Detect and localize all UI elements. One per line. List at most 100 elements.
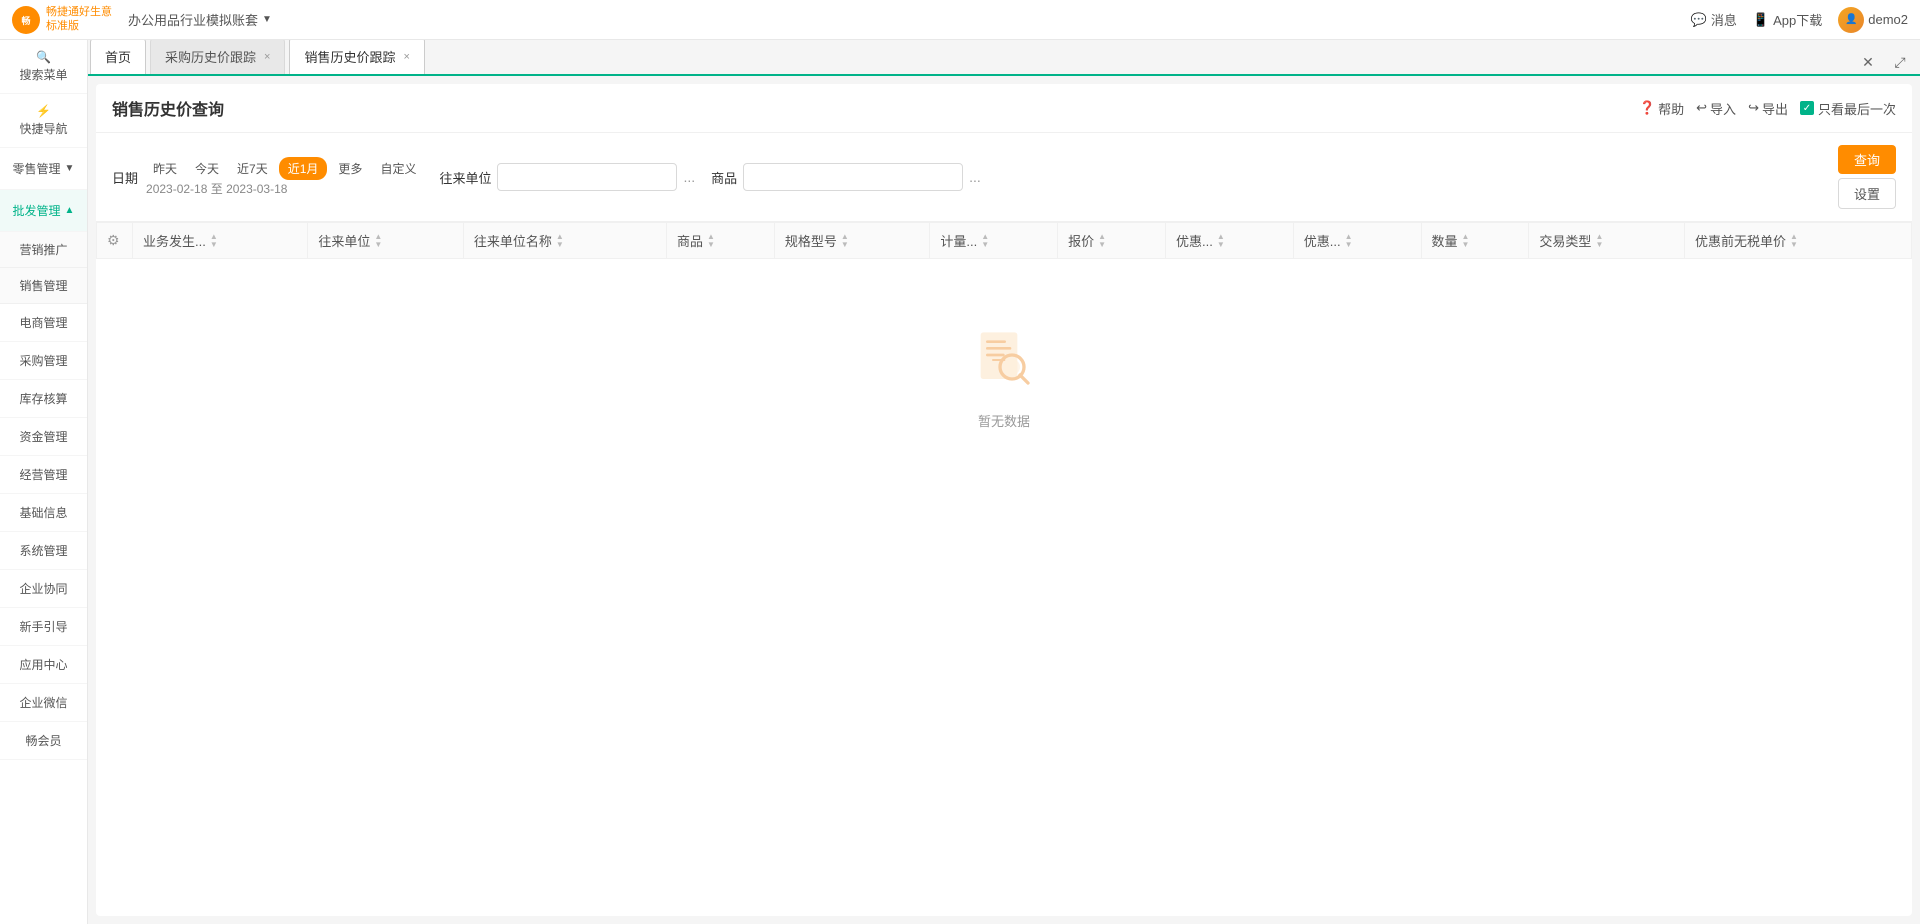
col-discount2[interactable]: 优惠... ▲▼	[1293, 223, 1421, 259]
sort-arrows-11: ▲▼	[1595, 233, 1603, 249]
table-container[interactable]: ⚙ 业务发生... ▲▼ 往来单位	[96, 222, 1912, 916]
col-unit[interactable]: 计量... ▲▼	[930, 223, 1058, 259]
col-quote[interactable]: 报价 ▲▼	[1058, 223, 1166, 259]
date-btn-last7days[interactable]: 近7天	[230, 157, 275, 180]
phone-icon: 📱	[1753, 12, 1769, 28]
top-header: 畅 畅捷通好生意 标准版 办公用品行业模拟账套 ▼ 💬 消息 📱 App下载 👤	[0, 0, 1920, 40]
tab-home[interactable]: 首页	[90, 40, 146, 74]
sidebar-item-app-center[interactable]: 应用中心	[0, 646, 87, 684]
sort-arrows-10: ▲▼	[1462, 233, 1470, 249]
app-download-action[interactable]: 📱 App下载	[1753, 10, 1822, 29]
sidebar-item-operations[interactable]: 经营管理	[0, 456, 87, 494]
empty-text: 暂无数据	[978, 411, 1030, 430]
date-btn-today[interactable]: 今天	[188, 157, 226, 180]
sidebar-item-marketing[interactable]: 营销推广	[0, 232, 87, 268]
sidebar-item-vip[interactable]: 畅会员	[0, 722, 87, 760]
sidebar-item-ecommerce[interactable]: 电商管理	[0, 304, 87, 342]
tab-close-sales[interactable]: ×	[403, 51, 409, 63]
goods-lookup-btn[interactable]: ...	[969, 169, 981, 185]
export-action[interactable]: ↪ 导出	[1748, 99, 1788, 118]
date-buttons: 昨天 今天 近7天 近1月 更多 自定义	[146, 157, 423, 180]
sidebar-item-purchase[interactable]: 采购管理	[0, 342, 87, 380]
column-settings-icon[interactable]: ⚙	[107, 232, 120, 248]
col-partner-name[interactable]: 往来单位名称 ▲▼	[463, 223, 666, 259]
col-biz-date[interactable]: 业务发生... ▲▼	[133, 223, 308, 259]
message-icon: 💬	[1691, 12, 1707, 28]
col-pre-tax-price[interactable]: 优惠前无税单价 ▲▼	[1684, 223, 1911, 259]
sort-arrows-6: ▲▼	[981, 233, 989, 249]
import-icon: ↩	[1696, 100, 1707, 116]
page-title: 销售历史价查询	[112, 96, 224, 132]
col-trade-type[interactable]: 交易类型 ▲▼	[1529, 223, 1685, 259]
sidebar-item-enterprise-wechat[interactable]: 企业微信	[0, 684, 87, 722]
sidebar: 🔍 搜索菜单 ⚡ 快捷导航 零售管理 ▼ 批发管理 ▲ 营销推广 销售管理 电商…	[0, 40, 88, 924]
content-area: 首页 采购历史价跟踪 × 销售历史价跟踪 × ✕ ⤢ 销售历史价查询	[88, 40, 1920, 924]
goods-filter-group: 商品 ...	[711, 163, 981, 191]
tab-sales-history[interactable]: 销售历史价跟踪 ×	[289, 40, 424, 74]
sort-arrows-7: ▲▼	[1098, 233, 1106, 249]
logo-area: 畅 畅捷通好生意 标准版	[12, 6, 112, 34]
settings-button[interactable]: 设置	[1838, 178, 1896, 209]
sidebar-item-basic-info[interactable]: 基础信息	[0, 494, 87, 532]
import-action[interactable]: ↩ 导入	[1696, 99, 1736, 118]
avatar: 👤	[1838, 7, 1864, 33]
close-tab-btn[interactable]: ✕	[1856, 50, 1880, 74]
sidebar-item-retail-mgmt[interactable]: 零售管理 ▼	[0, 148, 87, 190]
col-goods[interactable]: 商品 ▲▼	[666, 223, 774, 259]
date-btn-yesterday[interactable]: 昨天	[146, 157, 184, 180]
col-settings: ⚙	[97, 223, 133, 259]
goods-input[interactable]	[743, 163, 963, 191]
sort-arrows-2: ▲▼	[374, 233, 382, 249]
tab-bar: 首页 采购历史价跟踪 × 销售历史价跟踪 × ✕ ⤢	[88, 40, 1920, 76]
col-spec[interactable]: 规格型号 ▲▼	[774, 223, 930, 259]
search-icon: 🔍	[36, 50, 51, 64]
sidebar-item-finance[interactable]: 资金管理	[0, 418, 87, 456]
nav-icon: ⚡	[36, 104, 51, 118]
sidebar-item-inventory[interactable]: 库存核算	[0, 380, 87, 418]
sidebar-item-new-guide[interactable]: 新手引导	[0, 608, 87, 646]
chevron-down-icon: ▼	[65, 163, 75, 174]
empty-state: 暂无数据	[96, 259, 1912, 490]
col-quantity[interactable]: 数量 ▲▼	[1421, 223, 1529, 259]
partner-lookup-btn[interactable]: ...	[683, 169, 695, 185]
tab-close-purchase[interactable]: ×	[264, 51, 270, 63]
sort-arrows-9: ▲▼	[1345, 233, 1353, 249]
date-btn-custom[interactable]: 自定义	[373, 157, 423, 180]
partner-label: 往来单位	[439, 168, 491, 187]
user-profile-action[interactable]: 👤 demo2	[1838, 7, 1908, 33]
goods-label: 商品	[711, 168, 737, 187]
sort-arrows-5: ▲▼	[841, 233, 849, 249]
sort-arrows-3: ▲▼	[556, 233, 564, 249]
sidebar-item-sales-mgmt[interactable]: 销售管理	[0, 268, 87, 304]
maximize-tab-btn[interactable]: ⤢	[1888, 50, 1912, 74]
header-right: 💬 消息 📱 App下载 👤 demo2	[1691, 7, 1908, 33]
help-action[interactable]: ❓ 帮助	[1639, 99, 1684, 118]
help-icon: ❓	[1639, 100, 1655, 116]
account-selector[interactable]: 办公用品行业模拟账套 ▼	[120, 6, 280, 33]
col-partner-code[interactable]: 往来单位 ▲▼	[308, 223, 464, 259]
date-btn-more[interactable]: 更多	[331, 157, 369, 180]
col-discount1[interactable]: 优惠... ▲▼	[1166, 223, 1294, 259]
query-button[interactable]: 查询	[1838, 145, 1896, 174]
sort-arrows-12: ▲▼	[1790, 233, 1798, 249]
date-btn-last1month[interactable]: 近1月	[279, 157, 328, 180]
logo-text: 畅捷通好生意 标准版	[46, 6, 112, 32]
only-last-checkbox-label[interactable]: ✓ 只看最后一次	[1800, 99, 1896, 118]
main-layout: 🔍 搜索菜单 ⚡ 快捷导航 零售管理 ▼ 批发管理 ▲ 营销推广 销售管理 电商…	[0, 40, 1920, 924]
sidebar-item-wholesale-mgmt[interactable]: 批发管理 ▲	[0, 190, 87, 232]
sidebar-item-system[interactable]: 系统管理	[0, 532, 87, 570]
sidebar-item-search-menu[interactable]: 🔍 搜索菜单	[0, 40, 87, 94]
sort-arrows-4: ▲▼	[707, 233, 715, 249]
message-action[interactable]: 💬 消息	[1691, 10, 1737, 29]
app-logo-icon: 畅	[12, 6, 40, 34]
sidebar-item-enterprise-coop[interactable]: 企业协同	[0, 570, 87, 608]
sort-arrows-8: ▲▼	[1217, 233, 1225, 249]
sidebar-item-quick-nav[interactable]: ⚡ 快捷导航	[0, 94, 87, 148]
page-header-actions: ❓ 帮助 ↩ 导入 ↪ 导出 ✓ 只看最后一次	[1639, 99, 1896, 130]
filter-actions: 查询 设置	[1838, 145, 1896, 209]
page-header: 销售历史价查询 ❓ 帮助 ↩ 导入 ↪ 导出 ✓	[96, 84, 1912, 133]
tab-purchase-history[interactable]: 采购历史价跟踪 ×	[150, 40, 285, 74]
partner-input[interactable]	[497, 163, 677, 191]
only-last-checkbox[interactable]: ✓	[1800, 101, 1814, 115]
svg-text:畅: 畅	[21, 15, 30, 26]
